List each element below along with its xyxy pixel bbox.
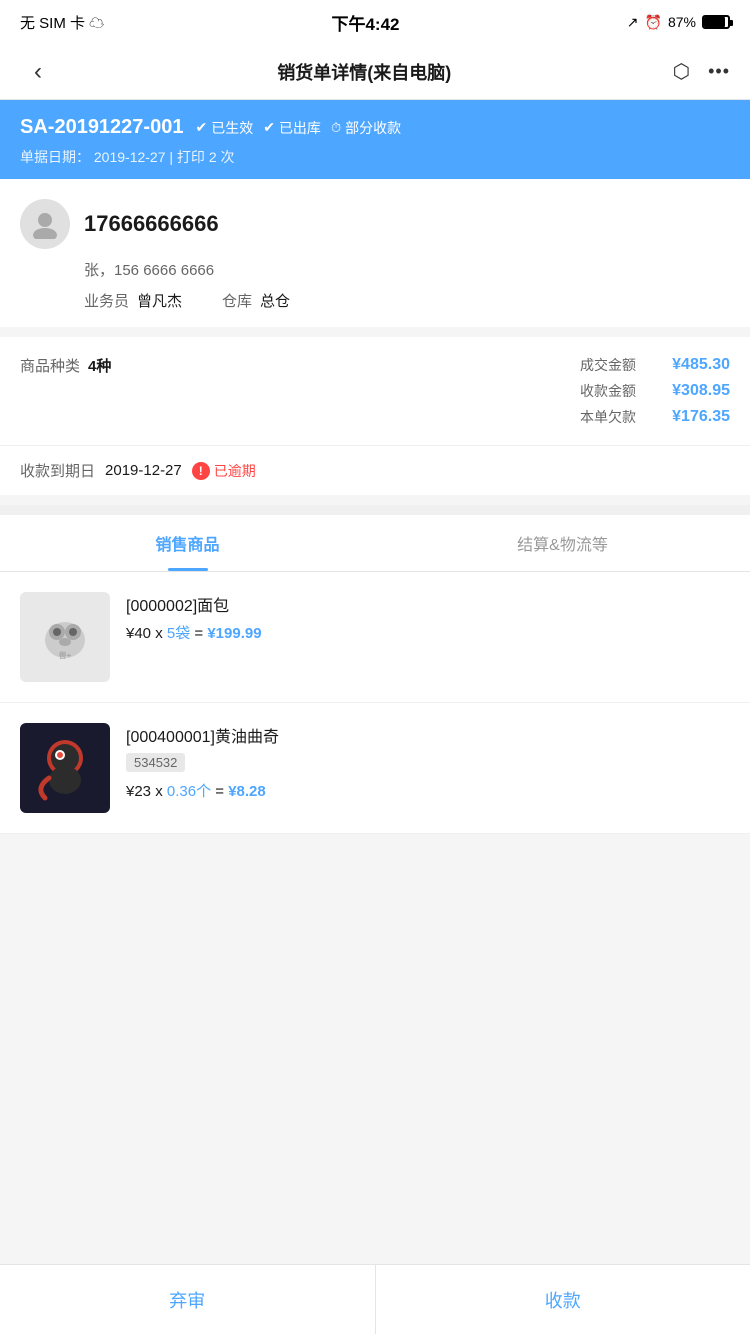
- back-button[interactable]: ‹: [20, 54, 56, 90]
- date-label: 单据日期：: [20, 149, 90, 165]
- warehouse-info: 仓库 总仓: [222, 290, 290, 311]
- product-name-2: [000400001]黄油曲奇: [126, 723, 730, 747]
- multiply-sign-2: x: [155, 783, 167, 800]
- product-qty-1: 5袋: [167, 625, 190, 642]
- product-total-2: ¥8.28: [228, 783, 266, 800]
- due-date-section: 收款到期日 2019-12-27 ! 已逾期: [0, 445, 750, 495]
- status-partial: ⏱ 部分收款: [331, 118, 401, 138]
- avatar: [20, 199, 70, 249]
- overdue-icon: !: [192, 462, 210, 480]
- warehouse-label: 仓库: [222, 290, 252, 311]
- amount-label-2: 收款金额: [580, 381, 636, 401]
- product-base-price-1: ¥40: [126, 625, 151, 642]
- warehouse-value: 总仓: [260, 290, 290, 311]
- product-base-price-2: ¥23: [126, 783, 151, 800]
- location-icon: ↗: [627, 14, 639, 31]
- battery-percent: 87%: [668, 14, 696, 30]
- salesperson-value: 曾凡杰: [137, 290, 182, 311]
- tab-products[interactable]: 销售商品: [0, 515, 375, 571]
- nav-actions: ⬡ •••: [673, 59, 730, 84]
- customer-phone: 17666666666: [84, 211, 219, 237]
- alarm-icon: ⏰: [645, 14, 662, 31]
- salesperson-info: 业务员 曾凡杰: [84, 290, 182, 311]
- due-label: 收款到期日: [20, 460, 95, 481]
- list-item: [000400001]黄油曲奇 534532 ¥23 x 0.36个 = ¥8.…: [0, 703, 750, 834]
- product-price-1: ¥40 x 5袋 = ¥199.99: [126, 622, 730, 643]
- due-date-value: 2019-12-27: [105, 462, 182, 479]
- overdue-badge: ! 已逾期: [192, 461, 256, 481]
- order-id: SA-20191227-001: [20, 116, 183, 139]
- status-bar: 无 SIM 卡 ☁ 下午4:42 ↗ ⏰ 87%: [0, 0, 750, 44]
- more-icon[interactable]: •••: [708, 61, 730, 82]
- order-header-banner: SA-20191227-001 ✔ 已生效 ✔ 已出库 ⏱ 部分收款 单据日期：…: [0, 100, 750, 179]
- cancel-button[interactable]: 弃审: [0, 1265, 376, 1334]
- status-tags: ✔ 已生效 ✔ 已出库 ⏱ 部分收款: [195, 118, 401, 138]
- overdue-text: 已逾期: [214, 461, 256, 481]
- amount-value-3: ¥176.35: [650, 408, 730, 426]
- product-qty-2: 0.36个: [167, 783, 211, 800]
- product-info-1: [0000002]面包 ¥40 x 5袋 = ¥199.99: [126, 592, 730, 643]
- product-types: 商品种类 4种: [20, 355, 111, 376]
- status-shipped: ✔ 已出库: [263, 118, 321, 138]
- amount-value-2: ¥308.95: [650, 382, 730, 400]
- tabs-bar: 销售商品 结算&物流等: [0, 515, 750, 572]
- types-label: 商品种类: [20, 355, 80, 376]
- equals-sign-2: =: [215, 783, 228, 800]
- tab-settlement[interactable]: 结算&物流等: [375, 515, 750, 571]
- amount-label-3: 本单欠款: [580, 407, 636, 427]
- types-value: 4种: [88, 355, 111, 376]
- status-time: 下午4:42: [331, 10, 399, 35]
- customer-meta: 业务员 曾凡杰 仓库 总仓: [20, 290, 730, 311]
- product-total-1: ¥199.99: [207, 625, 261, 642]
- check-icon-1: ✔: [195, 119, 207, 136]
- svg-text:兽+: 兽+: [59, 650, 72, 660]
- product-info-2: [000400001]黄油曲奇 534532 ¥23 x 0.36个 = ¥8.…: [126, 723, 730, 801]
- product-list: 兽+ [0000002]面包 ¥40 x 5袋 = ¥199.99: [0, 572, 750, 834]
- product-sku-2: 534532: [126, 753, 185, 772]
- product-thumbnail-1: 兽+: [20, 592, 110, 682]
- amount-label-1: 成交金额: [580, 355, 636, 375]
- clock-icon: ⏱: [331, 120, 341, 136]
- print-info: | 打印 2 次: [169, 149, 234, 165]
- product-price-2: ¥23 x 0.36个 = ¥8.28: [126, 780, 730, 801]
- customer-name: 张，156 6666 6666: [20, 259, 730, 280]
- customer-section: 17666666666 张，156 6666 6666 业务员 曾凡杰 仓库 总…: [0, 179, 750, 327]
- bottom-bar: 弃审 收款: [0, 1264, 750, 1334]
- order-date: 2019-12-27: [94, 149, 166, 165]
- status-active: ✔ 已生效: [195, 118, 253, 138]
- summary-amounts: 成交金额 ¥485.30 收款金额 ¥308.95 本单欠款 ¥176.35: [580, 355, 730, 427]
- status-right: ↗ ⏰ 87%: [627, 14, 730, 31]
- amount-row-3: 本单欠款 ¥176.35: [580, 407, 730, 427]
- summary-section: 商品种类 4种 成交金额 ¥485.30 收款金额 ¥308.95 本单欠款 ¥…: [0, 337, 750, 445]
- summary-left: 商品种类 4种: [20, 355, 111, 376]
- status-left: 无 SIM 卡 ☁: [20, 12, 104, 33]
- product-thumbnail-2: [20, 723, 110, 813]
- confirm-button[interactable]: 收款: [376, 1265, 750, 1334]
- amount-value-1: ¥485.30: [650, 356, 730, 374]
- order-date-row: 单据日期： 2019-12-27 | 打印 2 次: [20, 147, 730, 167]
- nav-bar: ‹ 销货单详情(来自电脑) ⬡ •••: [0, 44, 750, 100]
- check-icon-2: ✔: [263, 119, 275, 136]
- salesperson-label: 业务员: [84, 290, 129, 311]
- equals-sign-1: =: [194, 625, 207, 642]
- product-name-1: [0000002]面包: [126, 592, 730, 616]
- share-icon[interactable]: ⬡: [673, 59, 690, 84]
- section-divider: [0, 505, 750, 515]
- multiply-sign-1: x: [155, 625, 167, 642]
- page-title: 销货单详情(来自电脑): [277, 59, 451, 85]
- battery-icon: [702, 15, 730, 29]
- list-item: 兽+ [0000002]面包 ¥40 x 5袋 = ¥199.99: [0, 572, 750, 703]
- amount-row-2: 收款金额 ¥308.95: [580, 381, 730, 401]
- amount-row-1: 成交金额 ¥485.30: [580, 355, 730, 375]
